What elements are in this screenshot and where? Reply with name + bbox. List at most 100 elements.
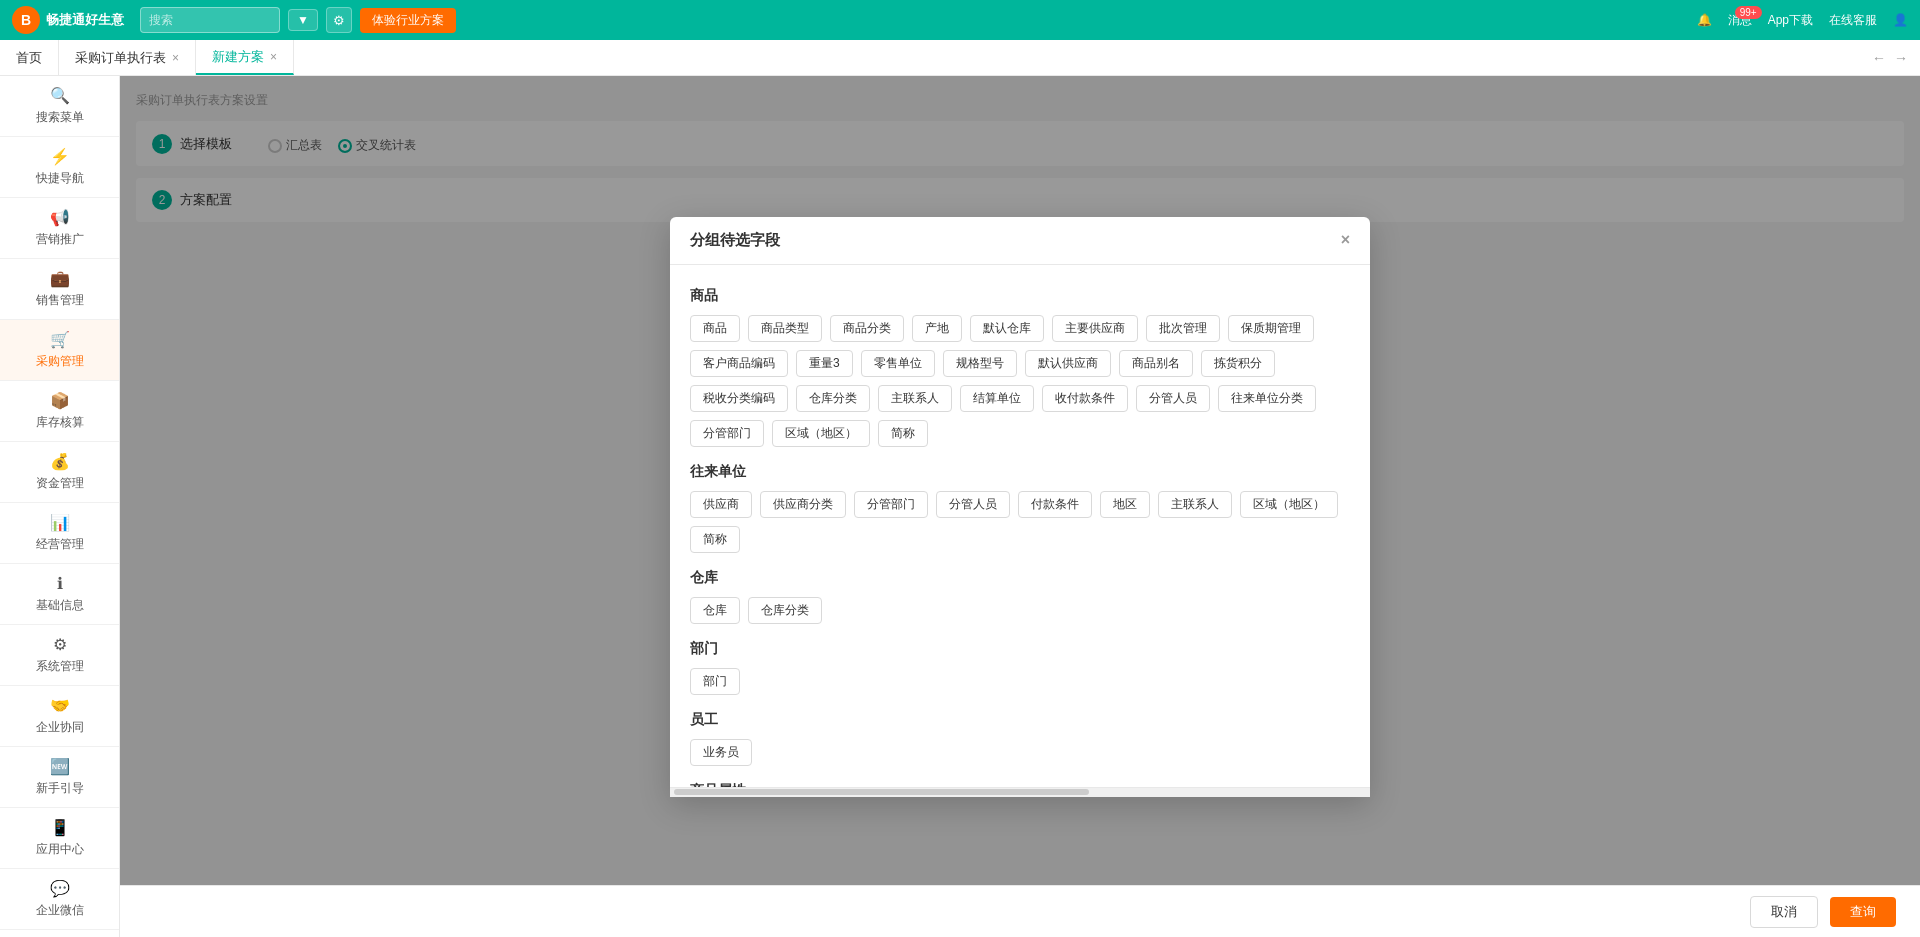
confirm-button[interactable]: 查询 — [1830, 897, 1896, 927]
field-tag-supplier-category[interactable]: 供应商分类 — [760, 491, 846, 518]
field-tag-product[interactable]: 商品 — [690, 315, 740, 342]
tab-home[interactable]: 首页 — [0, 40, 59, 75]
sidebar: 🔍 搜索菜单 ⚡ 快捷导航 📢 营销推广 💼 销售管理 🛒 采购管理 📦 库存核… — [0, 76, 120, 937]
sidebar-label-collab: 企业协同 — [36, 719, 84, 736]
modal-body[interactable]: 商品 商品 商品类型 商品分类 产地 默认仓库 主要供应商 批次管理 保质期管理… — [670, 265, 1370, 787]
field-tag-default-supplier[interactable]: 默认供应商 — [1025, 350, 1111, 377]
sidebar-item-system[interactable]: ⚙ 系统管理 — [0, 625, 119, 686]
marketing-icon: 📢 — [50, 208, 70, 227]
sales-icon: 💼 — [50, 269, 70, 288]
section-title-product: 商品 — [690, 287, 1350, 305]
app-download-link[interactable]: App下载 — [1768, 12, 1813, 29]
sidebar-item-finance[interactable]: 💰 资金管理 — [0, 442, 119, 503]
sidebar-label-basic-info: 基础信息 — [36, 597, 84, 614]
field-tag-customer-product-code[interactable]: 客户商品编码 — [690, 350, 788, 377]
sidebar-item-collab[interactable]: 🤝 企业协同 — [0, 686, 119, 747]
field-tag-default-warehouse[interactable]: 默认仓库 — [970, 315, 1044, 342]
field-tag-partner-region[interactable]: 区域（地区） — [1240, 491, 1338, 518]
gear-icon: ⚙ — [333, 13, 345, 28]
sidebar-item-sales[interactable]: 💼 销售管理 — [0, 259, 119, 320]
content-area: 采购订单执行表方案设置 1 选择模板 汇总表 交叉统计表 — [120, 76, 1920, 937]
field-tag-retail-unit[interactable]: 零售单位 — [861, 350, 935, 377]
modal-close-button[interactable]: × — [1341, 231, 1350, 249]
field-tag-product-category[interactable]: 商品分类 — [830, 315, 904, 342]
tab-new-plan[interactable]: 新建方案 × — [196, 40, 294, 75]
field-tag-payment-terms[interactable]: 收付款条件 — [1042, 385, 1128, 412]
sidebar-item-guide[interactable]: 🆕 新手引导 — [0, 747, 119, 808]
field-tag-batch-manage[interactable]: 批次管理 — [1146, 315, 1220, 342]
field-tag-dept-manage[interactable]: 分管部门 — [690, 420, 764, 447]
sidebar-item-operations[interactable]: 📊 经营管理 — [0, 503, 119, 564]
field-tag-area[interactable]: 地区 — [1100, 491, 1150, 518]
sidebar-item-member[interactable]: ⭐ 畅会员 — [0, 930, 119, 937]
field-grid-product: 商品 商品类型 商品分类 产地 默认仓库 主要供应商 批次管理 保质期管理 客户… — [690, 315, 1350, 447]
tab-purchase-list-close[interactable]: × — [172, 51, 179, 65]
expand-icon[interactable]: → — [1894, 50, 1908, 66]
field-tag-spec-model[interactable]: 规格型号 — [943, 350, 1017, 377]
field-tag-warehouse-class[interactable]: 仓库分类 — [748, 597, 822, 624]
sidebar-item-search[interactable]: 🔍 搜索菜单 — [0, 76, 119, 137]
collapse-icon[interactable]: ← — [1872, 50, 1886, 66]
field-tag-department[interactable]: 部门 — [690, 668, 740, 695]
top-right-area: 🔔 99+ 消息 App下载 在线客服 👤 — [1697, 12, 1908, 29]
field-tag-origin[interactable]: 产地 — [912, 315, 962, 342]
modal-scroll-thumb — [674, 789, 1089, 795]
search-input[interactable] — [140, 7, 280, 33]
system-icon: ⚙ — [53, 635, 67, 654]
field-grid-department: 部门 — [690, 668, 1350, 695]
field-tag-partner-contact[interactable]: 主联系人 — [1158, 491, 1232, 518]
field-tag-supervisor[interactable]: 分管人员 — [1136, 385, 1210, 412]
user-avatar[interactable]: 👤 — [1893, 13, 1908, 27]
field-tag-region[interactable]: 区域（地区） — [772, 420, 870, 447]
sidebar-item-quick-nav[interactable]: ⚡ 快捷导航 — [0, 137, 119, 198]
dropdown-button[interactable]: ▼ — [288, 9, 318, 31]
sidebar-item-purchase[interactable]: 🛒 采购管理 — [0, 320, 119, 381]
tab-home-label: 首页 — [16, 49, 42, 67]
field-tag-salesperson[interactable]: 业务员 — [690, 739, 752, 766]
main-layout: 🔍 搜索菜单 ⚡ 快捷导航 📢 营销推广 💼 销售管理 🛒 采购管理 📦 库存核… — [0, 76, 1920, 937]
sidebar-item-app-center[interactable]: 📱 应用中心 — [0, 808, 119, 869]
field-tag-shelf-life[interactable]: 保质期管理 — [1228, 315, 1314, 342]
operations-icon: 📊 — [50, 513, 70, 532]
tab-purchase-list-label: 采购订单执行表 — [75, 49, 166, 67]
basic-info-icon: ℹ — [57, 574, 63, 593]
enterprise-wechat-icon: 💬 — [50, 879, 70, 898]
modal-scroll-bar[interactable] — [670, 787, 1370, 797]
cancel-button[interactable]: 取消 — [1750, 896, 1818, 928]
sidebar-label-guide: 新手引导 — [36, 780, 84, 797]
trial-button[interactable]: 体验行业方案 — [360, 8, 456, 33]
field-tag-partner-abbr[interactable]: 简称 — [690, 526, 740, 553]
field-tag-settlement-unit[interactable]: 结算单位 — [960, 385, 1034, 412]
field-tag-product-alias[interactable]: 商品别名 — [1119, 350, 1193, 377]
sidebar-label-app-center: 应用中心 — [36, 841, 84, 858]
field-tag-main-supplier[interactable]: 主要供应商 — [1052, 315, 1138, 342]
field-tag-supplier[interactable]: 供应商 — [690, 491, 752, 518]
field-tag-partner-supervisor[interactable]: 分管人员 — [936, 491, 1010, 518]
section-title-warehouse: 仓库 — [690, 569, 1350, 587]
field-tag-abbr[interactable]: 简称 — [878, 420, 928, 447]
tab-purchase-list[interactable]: 采购订单执行表 × — [59, 40, 196, 75]
gear-button[interactable]: ⚙ — [326, 7, 352, 33]
field-tag-product-type[interactable]: 商品类型 — [748, 315, 822, 342]
online-service-link[interactable]: 在线客服 — [1829, 12, 1877, 29]
field-tag-payment-condition[interactable]: 付款条件 — [1018, 491, 1092, 518]
field-tag-transaction-unit-category[interactable]: 往来单位分类 — [1218, 385, 1316, 412]
sidebar-item-marketing[interactable]: 📢 营销推广 — [0, 198, 119, 259]
field-tag-pick-points[interactable]: 拣货积分 — [1201, 350, 1275, 377]
top-header: B 畅捷通好生意 ▼ ⚙ 体验行业方案 🔔 99+ 消息 App下载 在线客服 … — [0, 0, 1920, 40]
tab-new-plan-close[interactable]: × — [270, 50, 277, 64]
tab-bar: 首页 采购订单执行表 × 新建方案 × ← → — [0, 40, 1920, 76]
field-tag-weight3[interactable]: 重量3 — [796, 350, 853, 377]
field-tag-main-contact[interactable]: 主联系人 — [878, 385, 952, 412]
field-tag-partner-dept[interactable]: 分管部门 — [854, 491, 928, 518]
sidebar-item-inventory[interactable]: 📦 库存核算 — [0, 381, 119, 442]
notification-area[interactable]: 🔔 99+ 消息 — [1697, 12, 1752, 29]
sidebar-label-operations: 经营管理 — [36, 536, 84, 553]
field-tag-warehouse[interactable]: 仓库 — [690, 597, 740, 624]
logo-area: B 畅捷通好生意 — [12, 6, 132, 34]
field-tag-tax-code[interactable]: 税收分类编码 — [690, 385, 788, 412]
sidebar-item-basic-info[interactable]: ℹ 基础信息 — [0, 564, 119, 625]
modal-overlay[interactable]: 分组待选字段 × 商品 商品 商品类型 商品分类 产地 默认仓库 主要供应商 批… — [120, 76, 1920, 937]
field-tag-warehouse-category[interactable]: 仓库分类 — [796, 385, 870, 412]
sidebar-item-enterprise-wechat[interactable]: 💬 企业微信 — [0, 869, 119, 930]
